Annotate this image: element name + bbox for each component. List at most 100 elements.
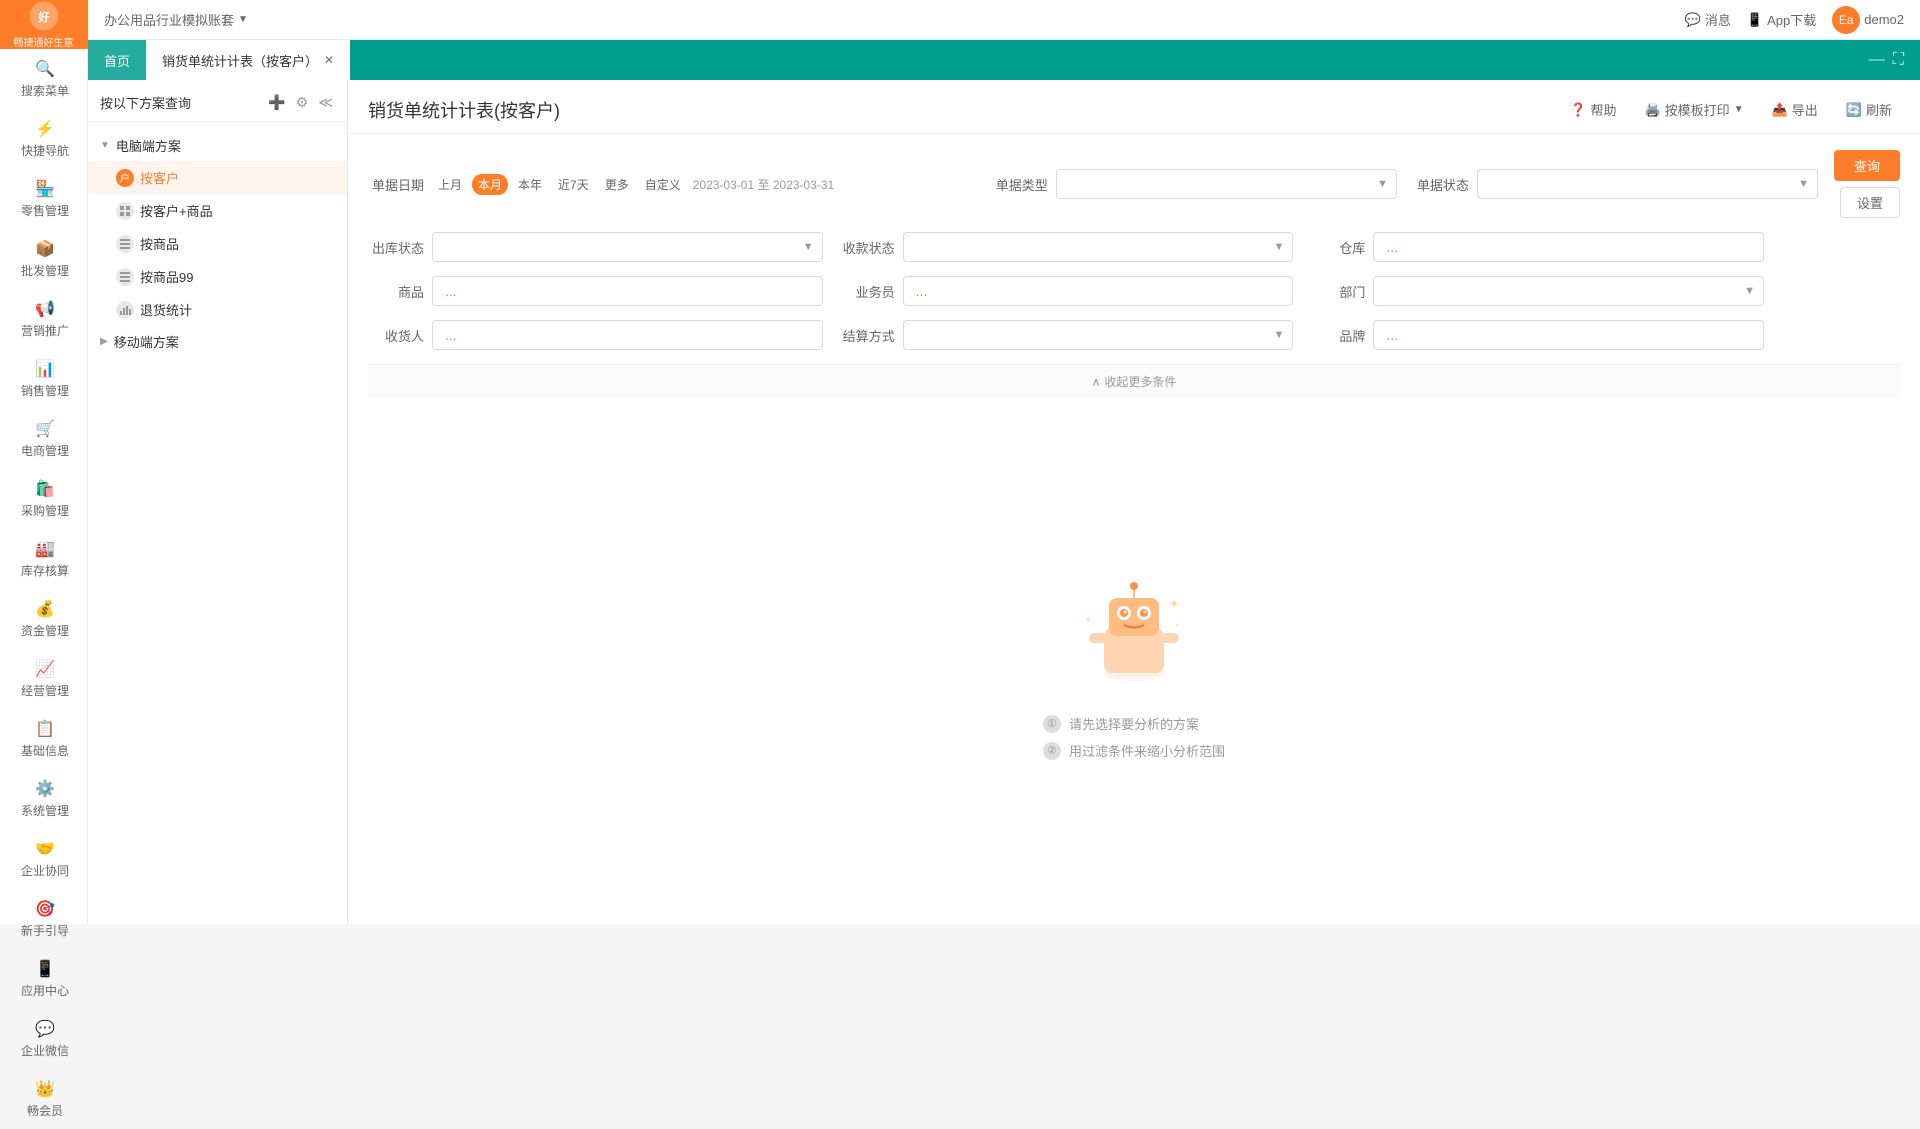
doc-type-input[interactable]: ▼ bbox=[1056, 169, 1397, 199]
app-download-button[interactable]: 📱 App下载 bbox=[1747, 10, 1816, 29]
warehouse-dots-icon[interactable]: ... bbox=[1382, 239, 1402, 255]
sidebar-item-finance[interactable]: 💰 资金管理 bbox=[0, 589, 87, 649]
print-button[interactable]: 🖨️ 按模板打印 ▼ bbox=[1636, 96, 1751, 123]
svg-text:✦: ✦ bbox=[1084, 615, 1092, 626]
sidebar-item-search[interactable]: 🔍 搜索菜单 bbox=[0, 49, 87, 109]
add-scheme-button[interactable]: ➕ bbox=[266, 92, 287, 113]
sidebar-item-ecommerce[interactable]: 🛒 电商管理 bbox=[0, 409, 87, 469]
sidebar-item-label: 经营管理 bbox=[21, 682, 69, 699]
tab-close-icon[interactable]: ✕ bbox=[324, 53, 334, 67]
refresh-button[interactable]: 🔄 刷新 bbox=[1838, 96, 1900, 123]
tree-item-by-customer-product[interactable]: 按客户+商品 bbox=[88, 194, 347, 227]
query-button[interactable]: 查询 bbox=[1834, 150, 1900, 181]
settings-button[interactable]: 设置 bbox=[1840, 187, 1900, 218]
tip-1-text: 请先选择要分析的方案 bbox=[1069, 714, 1199, 733]
sidebar-item-sales[interactable]: 📊 销售管理 bbox=[0, 349, 87, 409]
member-icon: 👑 bbox=[35, 1079, 55, 1099]
date-range-display: 2023-03-01 至 2023-03-31 bbox=[693, 176, 834, 193]
action-buttons: 查询 设置 bbox=[1834, 150, 1900, 218]
receiver-dots-icon[interactable]: ... bbox=[441, 327, 461, 343]
date-tab-this-year[interactable]: 本年 bbox=[512, 174, 548, 195]
payment-input[interactable]: ▼ bbox=[903, 320, 1294, 350]
chevron-down-icon: ▼ bbox=[100, 140, 110, 151]
sidebar-item-guide[interactable]: 🎯 新手引导 bbox=[0, 889, 87, 949]
tree-item-by-customer[interactable]: 户 按客户 bbox=[88, 161, 347, 194]
export-icon: 📤 bbox=[1772, 102, 1788, 118]
edit-scheme-button[interactable]: ⚙ bbox=[294, 92, 311, 113]
filter-item-warehouse: 仓库 ... bbox=[1309, 232, 1764, 262]
sidebar-logo[interactable]: 好 畅捷通好生意 bbox=[0, 0, 88, 49]
left-panel-header: 按以下方案查询 ➕ ⚙ ≪ bbox=[88, 80, 347, 122]
sidebar-item-basic[interactable]: 📋 基础信息 bbox=[0, 709, 87, 769]
date-tab-last-month[interactable]: 上月 bbox=[432, 174, 468, 195]
sidebar-item-inventory[interactable]: 🏭 库存核算 bbox=[0, 529, 87, 589]
message-button[interactable]: 💬 消息 bbox=[1685, 10, 1731, 29]
message-label: 消息 bbox=[1705, 10, 1731, 29]
collapse-filter-button[interactable]: ∧ 收起更多条件 bbox=[368, 364, 1900, 398]
pay-status-input[interactable]: ▼ bbox=[903, 232, 1294, 262]
tree-group-mobile[interactable]: ▶ 移动端方案 bbox=[88, 326, 347, 357]
out-status-input[interactable]: ▼ bbox=[432, 232, 823, 262]
brand-input[interactable]: ... bbox=[1373, 320, 1764, 350]
brand-dots-icon[interactable]: ... bbox=[1382, 327, 1402, 343]
product-dots-icon[interactable]: ... bbox=[441, 283, 461, 299]
receiver-input[interactable]: ... bbox=[432, 320, 823, 350]
user-profile[interactable]: Ea demo2 bbox=[1832, 6, 1904, 34]
sidebar-item-label: 采购管理 bbox=[21, 502, 69, 519]
warehouse-input[interactable]: ... bbox=[1373, 232, 1764, 262]
date-tabs: 上月 本月 本年 近7天 更多 自定义 bbox=[432, 174, 687, 195]
page-header: 销货单统计计表(按客户) ❓ 帮助 🖨️ 按模板打印 ▼ 📤 导出 bbox=[348, 80, 1920, 134]
date-tab-custom[interactable]: 自定义 bbox=[639, 174, 687, 195]
dept-input[interactable]: ▼ bbox=[1373, 276, 1764, 306]
tree-group-desktop[interactable]: ▼ 电脑端方案 bbox=[88, 130, 347, 161]
sidebar-item-enterprise[interactable]: 🤝 企业协同 bbox=[0, 829, 87, 889]
filter-item-dept: 部门 ▼ bbox=[1309, 276, 1764, 306]
sidebar-item-wholesale[interactable]: 📦 批发管理 bbox=[0, 229, 87, 289]
sidebar-item-marketing[interactable]: 📢 营销推广 bbox=[0, 289, 87, 349]
tab-minimize-icon[interactable]: — bbox=[1869, 51, 1885, 69]
staff-dots-icon[interactable]: ... bbox=[912, 283, 932, 299]
brand-label: 品牌 bbox=[1309, 326, 1365, 345]
dropdown-icon: ▼ bbox=[1273, 329, 1284, 341]
tab-maximize-icon[interactable]: ⛶ bbox=[1893, 51, 1904, 69]
sidebar-item-member[interactable]: 👑 畅会员 bbox=[0, 1069, 87, 1129]
sidebar-item-operations[interactable]: 📈 经营管理 bbox=[0, 649, 87, 709]
tab-sales-stats[interactable]: 销货单统计计表（按客户） ✕ bbox=[146, 40, 350, 80]
date-filter: 上月 本月 本年 近7天 更多 自定义 2023-03-01 至 2023-03… bbox=[432, 174, 976, 195]
avatar-text: Ea bbox=[1839, 13, 1854, 27]
sidebar-item-quick-nav[interactable]: ⚡ 快捷导航 bbox=[0, 109, 87, 169]
tree-item-by-product[interactable]: 按商品 bbox=[88, 227, 347, 260]
tab-home[interactable]: 首页 bbox=[88, 40, 146, 80]
product-input[interactable]: ... bbox=[432, 276, 823, 306]
sidebar-item-label: 应用中心 bbox=[21, 982, 69, 999]
sidebar-item-purchase[interactable]: 🛍️ 采购管理 bbox=[0, 469, 87, 529]
sidebar-item-label: 资金管理 bbox=[21, 622, 69, 639]
staff-input[interactable]: ... bbox=[903, 276, 1294, 306]
sidebar-item-system[interactable]: ⚙️ 系统管理 bbox=[0, 769, 87, 829]
sidebar-item-label: 搜索菜单 bbox=[21, 82, 69, 99]
product99-scheme-icon bbox=[116, 268, 134, 286]
tree-item-return-stats[interactable]: 退货统计 bbox=[88, 293, 347, 326]
tree-item-by-product-99[interactable]: 按商品99 bbox=[88, 260, 347, 293]
tab-home-label: 首页 bbox=[104, 51, 130, 70]
help-button[interactable]: ❓ 帮助 bbox=[1562, 96, 1624, 123]
collapse-panel-button[interactable]: ≪ bbox=[316, 92, 335, 113]
sidebar-item-label: 畅会员 bbox=[27, 1102, 63, 1119]
filter-item-out-status: 出库状态 ▼ bbox=[368, 232, 823, 262]
print-dropdown-icon: ▼ bbox=[1734, 104, 1744, 115]
tree-group-mobile-label: 移动端方案 bbox=[114, 332, 179, 351]
breadcrumb-dropdown[interactable]: 办公用品行业模拟账套 ▼ bbox=[104, 10, 248, 29]
svg-text:好: 好 bbox=[37, 10, 49, 24]
sidebar-item-retail[interactable]: 🏪 零售管理 bbox=[0, 169, 87, 229]
date-tab-more[interactable]: 更多 bbox=[599, 174, 635, 195]
filter-item-pay-status: 收款状态 ▼ bbox=[839, 232, 1294, 262]
sales-icon: 📊 bbox=[35, 359, 55, 379]
date-tab-last-7-days[interactable]: 近7天 bbox=[552, 174, 595, 195]
doc-status-input[interactable]: ▼ bbox=[1477, 169, 1818, 199]
sidebar-item-wechat[interactable]: 💬 企业微信 bbox=[0, 1009, 87, 1069]
help-icon: ❓ bbox=[1570, 102, 1586, 118]
export-button[interactable]: 📤 导出 bbox=[1764, 96, 1826, 123]
sidebar-item-apps[interactable]: 📱 应用中心 bbox=[0, 949, 87, 1009]
empty-tip-2: ② 用过滤条件来缩小分析范围 bbox=[1043, 741, 1225, 760]
date-tab-this-month[interactable]: 本月 bbox=[472, 174, 508, 195]
